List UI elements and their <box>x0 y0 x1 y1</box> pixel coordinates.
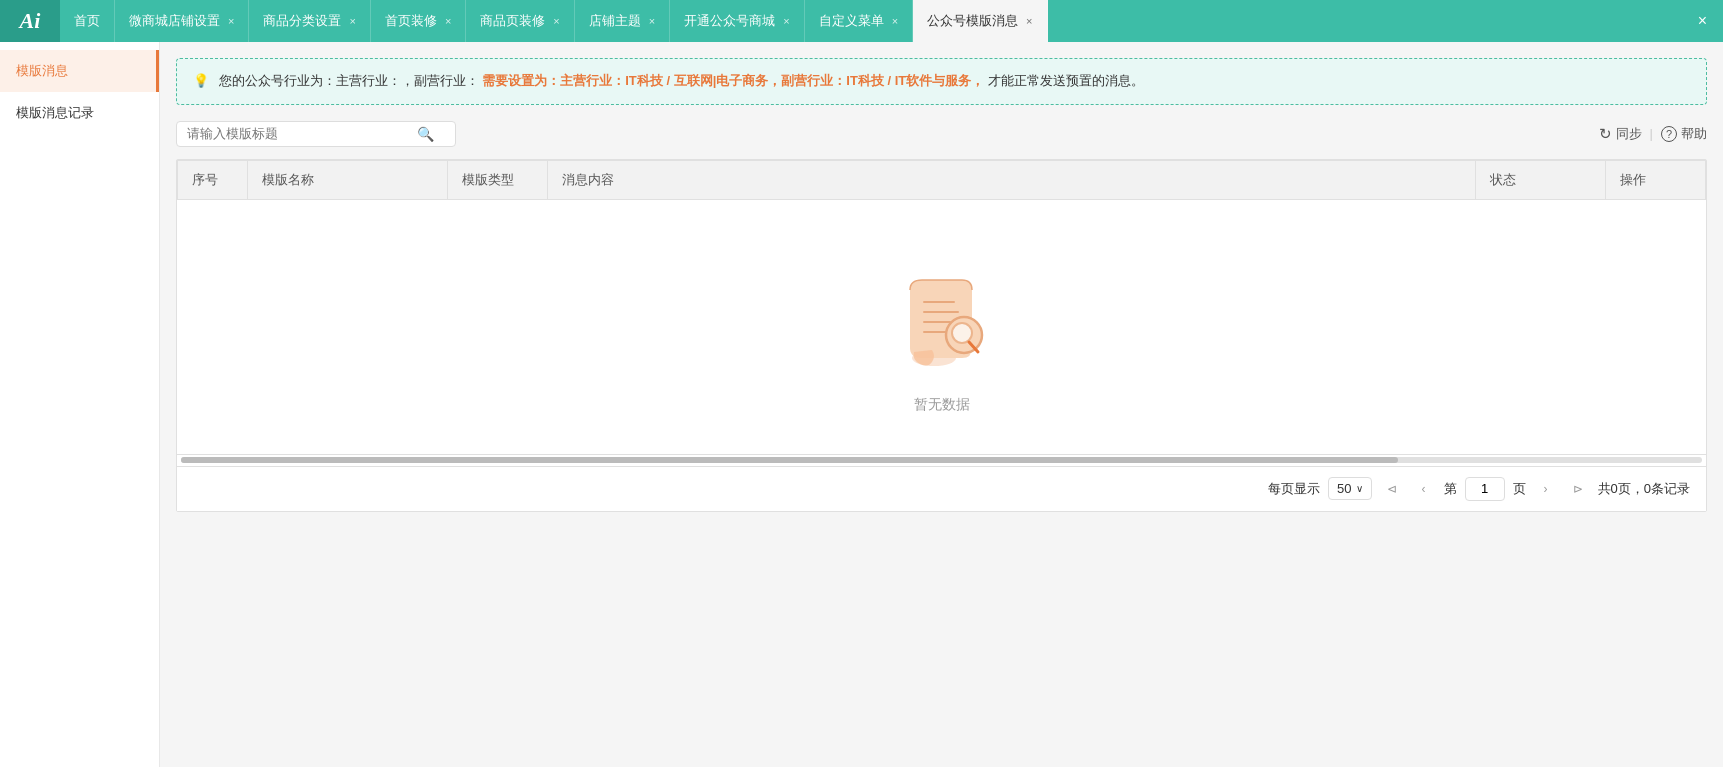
svg-point-6 <box>952 323 972 343</box>
close-tab-custom-menu[interactable]: × <box>892 15 898 27</box>
close-tab-product-decor[interactable]: × <box>553 15 559 27</box>
pagination-row: 每页显示 50 ∨ ⊲ ‹ 第 页 › ⊳ 共0页，0条记录 <box>177 466 1706 511</box>
close-tab-shop-theme[interactable]: × <box>649 15 655 27</box>
main-content: 💡 您的公众号行业为：主营行业：，副营行业： 需要设置为：主营行业：IT科技 /… <box>160 42 1723 767</box>
sidebar: 模版消息 模版消息记录 <box>0 42 160 767</box>
nav-tab-custom-menu[interactable]: 自定义菜单 × <box>805 0 913 42</box>
help-circle-icon: ? <box>1661 126 1677 142</box>
page-prefix-label: 第 <box>1444 480 1457 498</box>
empty-state: 暂无数据 <box>177 200 1706 454</box>
last-page-button[interactable]: ⊳ <box>1566 477 1590 501</box>
sidebar-item-template-message-record[interactable]: 模版消息记录 <box>0 92 159 134</box>
bulb-icon: 💡 <box>193 73 209 88</box>
toolbar-right: ↻ 同步 | ? 帮助 <box>1599 125 1707 143</box>
help-button[interactable]: ? 帮助 <box>1661 125 1707 143</box>
sync-button[interactable]: ↻ 同步 <box>1599 125 1642 143</box>
nav-tab-open-mall[interactable]: 开通公众号商城 × <box>670 0 804 42</box>
nav-tab-category-settings[interactable]: 商品分类设置 × <box>249 0 370 42</box>
page-size-select[interactable]: 50 ∨ <box>1328 477 1371 500</box>
toolbar-divider: | <box>1650 126 1653 141</box>
next-page-button[interactable]: › <box>1534 477 1558 501</box>
close-tab-category-settings[interactable]: × <box>349 15 355 27</box>
close-tab-open-mall[interactable]: × <box>783 15 789 27</box>
empty-text: 暂无数据 <box>177 396 1706 414</box>
col-header-content: 消息内容 <box>548 160 1476 199</box>
nav-tab-shop-theme[interactable]: 店铺主题 × <box>575 0 670 42</box>
search-row: 🔍 ↻ 同步 | ? 帮助 <box>176 121 1707 147</box>
prev-page-button[interactable]: ‹ <box>1412 477 1436 501</box>
col-header-status: 状态 <box>1476 160 1606 199</box>
table-wrapper: 序号 模版名称 模版类型 消息内容 状态 操作 <box>176 159 1707 512</box>
nav-tab-home-decor[interactable]: 首页装修 × <box>371 0 466 42</box>
page-unit-label: 页 <box>1513 480 1526 498</box>
chevron-down-icon: ∨ <box>1356 483 1363 494</box>
nav-tab-home[interactable]: 首页 <box>60 0 115 42</box>
search-icon[interactable]: 🔍 <box>417 126 434 142</box>
nav-tab-template-msg[interactable]: 公众号模版消息 × <box>913 0 1047 42</box>
col-header-name: 模版名称 <box>248 160 448 199</box>
first-page-button[interactable]: ⊲ <box>1380 477 1404 501</box>
nav-tab-product-decor[interactable]: 商品页装修 × <box>466 0 574 42</box>
nav-tabs-container: 首页 微商城店铺设置 × 商品分类设置 × 首页装修 × 商品页装修 × 店铺主… <box>60 0 1682 42</box>
col-header-index: 序号 <box>178 160 248 199</box>
page-size-label: 每页显示 <box>1268 480 1320 498</box>
nav-tab-shop-settings[interactable]: 微商城店铺设置 × <box>115 0 249 42</box>
main-layout: 模版消息 模版消息记录 💡 您的公众号行业为：主营行业：，副营行业： 需要设置为… <box>0 42 1723 767</box>
page-number-input[interactable] <box>1465 477 1505 501</box>
sync-icon: ↻ <box>1599 125 1612 143</box>
top-navbar: Ai 首页 微商城店铺设置 × 商品分类设置 × 首页装修 × 商品页装修 × … <box>0 0 1723 42</box>
search-input[interactable] <box>187 126 417 141</box>
close-tab-shop-settings[interactable]: × <box>228 15 234 27</box>
close-tab-template-msg[interactable]: × <box>1026 15 1032 27</box>
empty-illustration <box>882 260 1002 380</box>
sidebar-item-template-message[interactable]: 模版消息 <box>0 50 159 92</box>
col-header-type: 模版类型 <box>448 160 548 199</box>
close-tab-home-decor[interactable]: × <box>445 15 451 27</box>
notice-box: 💡 您的公众号行业为：主营行业：，副营行业： 需要设置为：主营行业：IT科技 /… <box>176 58 1707 105</box>
scroll-thumb[interactable] <box>181 457 1398 463</box>
data-table: 序号 模版名称 模版类型 消息内容 状态 操作 <box>177 160 1706 200</box>
total-count-label: 共0页，0条记录 <box>1598 480 1690 498</box>
search-input-wrap[interactable]: 🔍 <box>176 121 456 147</box>
close-all-tabs-button[interactable]: × <box>1682 0 1723 42</box>
app-logo: Ai <box>0 0 60 42</box>
scroll-track[interactable] <box>181 457 1702 463</box>
horizontal-scrollbar[interactable] <box>177 454 1706 466</box>
col-header-action: 操作 <box>1606 160 1706 199</box>
